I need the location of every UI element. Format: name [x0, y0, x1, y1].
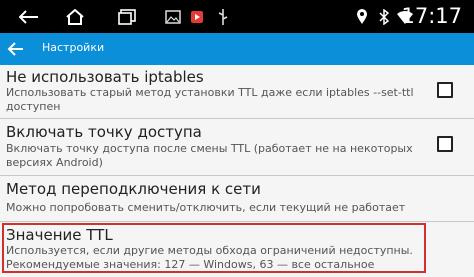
back-nav-icon[interactable] — [18, 8, 40, 26]
setting-subtitle: Включать точку доступа после смены TTL (… — [6, 142, 413, 169]
setting-enable-hotspot[interactable]: Включать точку доступа Включать точку до… — [0, 119, 474, 174]
clock: 17:17 — [401, 4, 462, 28]
app-bar: Настройки — [0, 33, 474, 65]
no-iptables-checkbox[interactable] — [437, 82, 453, 98]
setting-reconnect-method[interactable]: Метод переподключения к сети Можно попро… — [0, 176, 474, 220]
video-icon — [190, 8, 204, 26]
highlight-frame — [2, 223, 426, 273]
setting-no-iptables[interactable]: Не использовать iptables Использовать ст… — [0, 65, 474, 117]
setting-title: Не использовать iptables — [6, 68, 204, 86]
setting-subtitle: Использовать старый метод установки TTL … — [6, 86, 414, 113]
setting-title: Включать точку доступа — [6, 123, 202, 141]
bluetooth-icon — [378, 8, 390, 26]
status-bar: 17:17 — [0, 0, 474, 33]
home-icon[interactable] — [64, 8, 86, 26]
setting-title: Метод переподключения к сети — [6, 180, 261, 198]
location-icon — [356, 8, 368, 26]
image-icon — [164, 8, 182, 26]
usb-icon — [216, 8, 230, 26]
recents-icon[interactable] — [116, 8, 138, 26]
page-title: Настройки — [42, 41, 105, 54]
arrow-left-icon[interactable] — [6, 39, 26, 59]
setting-subtitle: Можно попробовать сменить/отключить, есл… — [6, 201, 406, 214]
enable-hotspot-checkbox[interactable] — [437, 136, 453, 152]
